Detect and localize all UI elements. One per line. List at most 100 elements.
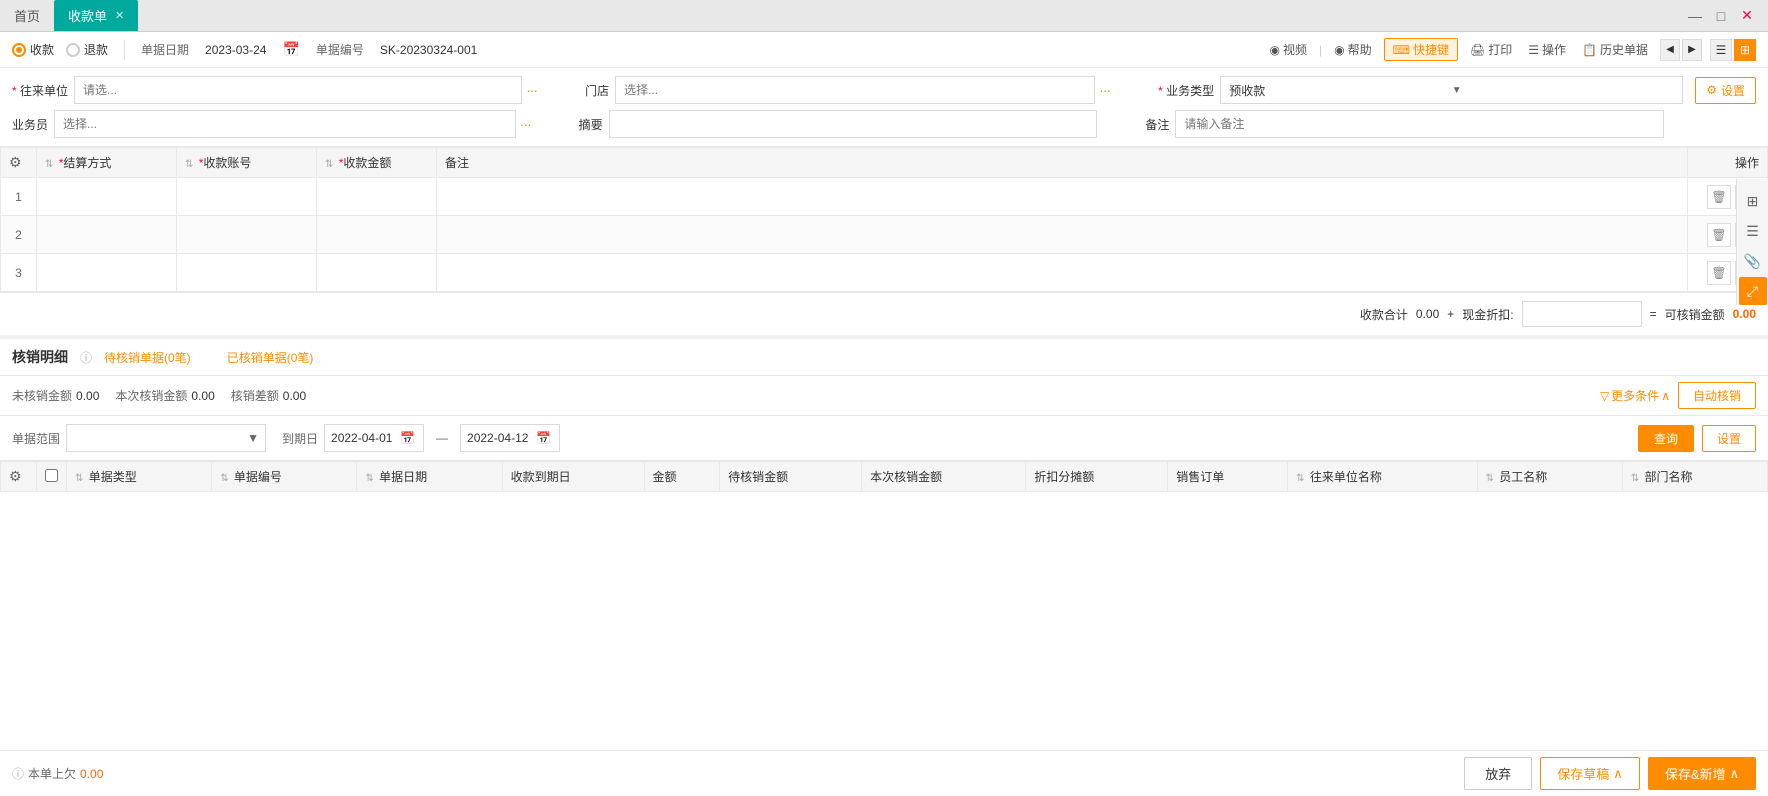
list-view-icon[interactable]: ☰	[1710, 39, 1732, 61]
date-to-field[interactable]: 2022-04-12 📅	[460, 424, 560, 452]
settlement-label: 结算方式	[63, 156, 111, 170]
calendar-to-icon[interactable]: 📅	[536, 431, 551, 445]
receipt-label: 收款	[30, 41, 54, 58]
bottom-checkbox-header	[37, 462, 67, 492]
shortcut-btn[interactable]: ⌨ 快捷键	[1384, 38, 1458, 61]
row3-settlement[interactable]	[37, 254, 177, 292]
shop-input[interactable]	[615, 76, 1095, 104]
tab-home[interactable]: 首页	[0, 0, 54, 31]
filter-settings-button[interactable]: 设置	[1702, 425, 1756, 452]
refund-radio[interactable]: 退款	[66, 41, 108, 58]
settings-button[interactable]: ⚙ 设置	[1695, 77, 1756, 104]
next-arrow[interactable]: ▶	[1682, 39, 1702, 61]
operate-btn[interactable]: ☰ 操作	[1524, 39, 1570, 60]
bottom-settings-icon[interactable]: ⚙	[9, 468, 22, 484]
bottom-bar: ⓘ 本单上欠 0.00 放弃 保存草稿 ∧ 保存&新增 ∧	[0, 750, 1768, 796]
filter-buttons: 查询 设置	[1638, 425, 1756, 452]
date-from-field[interactable]: 2022-04-01 📅	[324, 424, 424, 452]
row2-remark[interactable]	[437, 216, 1688, 254]
counterpart-sort[interactable]: ⇅	[1296, 473, 1304, 484]
select-all-checkbox[interactable]	[45, 469, 58, 482]
range-filter-label: 单据范围	[12, 430, 60, 447]
bottom-gear-header[interactable]: ⚙	[1, 462, 37, 492]
table-gear-header[interactable]: ⚙	[1, 148, 37, 178]
bill-date-sort[interactable]: ⇅	[365, 473, 373, 484]
minimize-button[interactable]: —	[1686, 8, 1704, 24]
summary-input[interactable]	[609, 110, 1098, 138]
writeoff-info-icon[interactable]: ⓘ	[80, 349, 92, 366]
bill-date-value: 2023-03-24	[205, 43, 266, 57]
salesperson-more-icon[interactable]: ···	[520, 116, 531, 132]
save-draft-button[interactable]: 保存草稿 ∧	[1540, 757, 1640, 790]
prev-arrow[interactable]: ◀	[1660, 39, 1680, 61]
row2-account[interactable]	[177, 216, 317, 254]
save-new-button[interactable]: 保存&新增 ∧	[1648, 757, 1756, 790]
sidebar-attachment-icon[interactable]: 📎	[1739, 247, 1767, 275]
calendar-icon[interactable]: 📅	[282, 41, 299, 58]
sidebar-expand-icon[interactable]: ⤢	[1739, 277, 1767, 305]
salesperson-input[interactable]	[54, 110, 516, 138]
print-label: 打印	[1488, 41, 1512, 58]
due-date-filter-field: 到期日 2022-04-01 📅 — 2022-04-12 📅	[282, 424, 560, 452]
toolbar: 收款 退款 单据日期 2023-03-24 📅 单据编号 SK-20230324…	[0, 32, 1768, 68]
receipt-radio[interactable]: 收款	[12, 41, 54, 58]
row1-amount[interactable]	[317, 178, 437, 216]
data-table-section: ⚙ ⇅ *结算方式 ⇅ *收款账号 ⇅	[0, 147, 1768, 335]
window-close-button[interactable]: ✕	[1738, 7, 1756, 24]
video-btn[interactable]: ◉ 视频	[1266, 39, 1312, 60]
department-sort[interactable]: ⇅	[1631, 473, 1639, 484]
tab-receipt[interactable]: 收款单 ✕	[54, 0, 138, 31]
writeoff-pending-tab[interactable]: 待核销单据(0笔)	[104, 349, 191, 366]
table-settings-icon[interactable]: ⚙	[9, 154, 22, 170]
bottom-info-icon[interactable]: ⓘ	[12, 765, 24, 782]
bill-no-sort[interactable]: ⇅	[220, 473, 228, 484]
row3-amount[interactable]	[317, 254, 437, 292]
bill-type-label: 单据类型	[89, 470, 137, 484]
row1-remark[interactable]	[437, 178, 1688, 216]
counterpart-input[interactable]	[74, 76, 522, 104]
due-date-header: 收款到期日	[502, 462, 644, 492]
settlement-sort-icon[interactable]: ⇅	[45, 159, 53, 170]
abandon-button[interactable]: 放弃	[1464, 757, 1532, 790]
row1-delete-btn[interactable]: 🗑	[1707, 185, 1731, 209]
video-label: 视频	[1283, 41, 1307, 58]
history-btn[interactable]: 📋 历史单据	[1578, 39, 1652, 60]
writeoff-tab-sep	[203, 349, 215, 366]
due-date-label: 到期日	[282, 430, 318, 447]
amount-label: 收款金额	[343, 156, 391, 170]
row2-amount[interactable]	[317, 216, 437, 254]
row3-account[interactable]	[177, 254, 317, 292]
row3-delete-btn[interactable]: 🗑	[1707, 261, 1731, 285]
row2-settlement[interactable]	[37, 216, 177, 254]
unverified-value: 0.00	[76, 389, 99, 403]
writeoff-done-tab[interactable]: 已核销单据(0笔)	[227, 349, 314, 366]
business-type-dropdown[interactable]: 预收款 ▼	[1220, 76, 1683, 104]
query-button[interactable]: 查询	[1638, 425, 1694, 452]
tab-close-icon[interactable]: ✕	[115, 9, 124, 22]
row3-remark[interactable]	[437, 254, 1688, 292]
remark-input[interactable]	[1175, 110, 1664, 138]
discount-input[interactable]	[1522, 301, 1642, 327]
amount-sort-icon[interactable]: ⇅	[325, 159, 333, 170]
maximize-button[interactable]: □	[1712, 8, 1730, 24]
bill-type-sort[interactable]: ⇅	[75, 473, 83, 484]
sidebar-table-icon[interactable]: ⊞	[1739, 187, 1767, 215]
range-filter-select[interactable]: ▼	[66, 424, 266, 452]
row2-delete-btn[interactable]: 🗑	[1707, 223, 1731, 247]
auto-writeoff-button[interactable]: 自动核销	[1678, 382, 1756, 409]
help-btn[interactable]: ◉ 帮助	[1330, 39, 1376, 60]
shop-more-icon[interactable]: ···	[1099, 82, 1110, 98]
counterpart-more-icon[interactable]: ···	[526, 82, 537, 98]
bottom-info: ⓘ 本单上欠 0.00	[12, 765, 103, 782]
calendar-from-icon[interactable]: 📅	[400, 431, 415, 445]
account-sort-icon[interactable]: ⇅	[185, 159, 193, 170]
row1-settlement[interactable]	[37, 178, 177, 216]
row1-account[interactable]	[177, 178, 317, 216]
bill-type-header: ⇅ 单据类型	[67, 462, 212, 492]
print-btn[interactable]: 🖨 打印	[1466, 39, 1516, 60]
bottom-info-label: 本单上欠	[28, 765, 76, 782]
employee-sort[interactable]: ⇅	[1486, 473, 1494, 484]
sidebar-list-icon[interactable]: ☰	[1739, 217, 1767, 245]
more-conditions-btn[interactable]: ▽ 更多条件 ∧	[1600, 387, 1670, 404]
grid-view-icon[interactable]: ⊞	[1734, 39, 1756, 61]
